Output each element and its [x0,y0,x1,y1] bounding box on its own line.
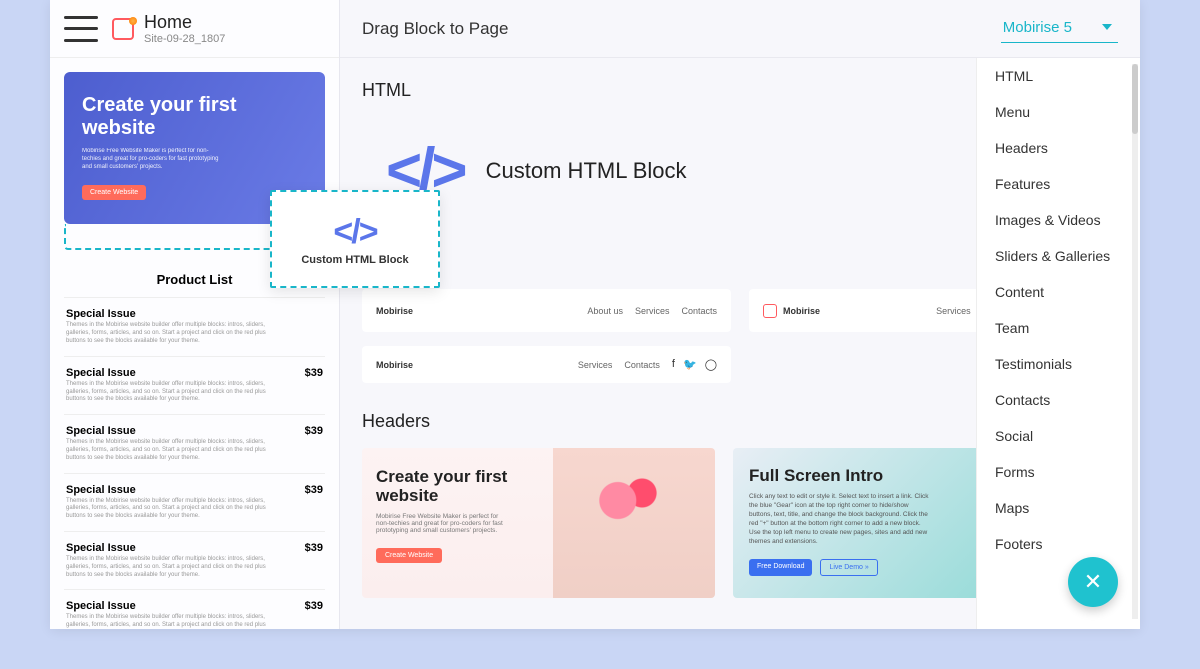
item-title: Special Issue [66,367,136,379]
header-card-title: Create your first website [376,468,539,505]
social-icons: f 🐦 ◯ [672,358,717,371]
header-card-desc: Click any text to edit or style it. Sele… [749,492,929,547]
hero-title: Create your first website [82,94,307,140]
item-desc: Themes in the Mobirise website builder o… [66,322,266,345]
category-item[interactable]: Testimonials [977,346,1140,382]
menu-block-card[interactable]: Mobirise About us Services Contacts [362,289,731,332]
scrollbar-thumb[interactable] [1132,64,1138,134]
menu-link: Services [936,306,971,316]
preview-product-item[interactable]: Special Issue $39 Themes in the Mobirise w… [64,531,325,589]
menu-link: About us [587,306,623,316]
app-logo-icon [112,18,134,40]
item-desc: Themes in the Mobirise website builder o… [66,381,266,404]
item-title: Special Issue [66,308,136,320]
menu-link: Contacts [681,306,717,316]
preview-scroll[interactable]: Create your first website Mobirise Free … [50,58,339,629]
preview-product-item[interactable]: Special Issue $39 Themes in the Mobirise w… [64,589,325,629]
category-item[interactable]: Sliders & Galleries [977,238,1140,274]
item-price: $39 [305,484,323,496]
category-item[interactable]: Contacts [977,382,1140,418]
item-desc: Themes in the Mobirise website builder o… [66,439,266,462]
dragging-block-label: Custom HTML Block [301,254,408,266]
menu-icon[interactable] [64,16,98,42]
category-item[interactable]: Social [977,418,1140,454]
item-desc: Themes in the Mobirise website builder o… [66,498,266,521]
header-card-button[interactable]: Live Demo » [820,559,877,576]
custom-html-block-title: Custom HTML Block [486,158,687,184]
header-card-cta[interactable]: Create Website [376,548,442,563]
category-list-pane: HTMLMenuHeadersFeaturesImages & VideosSl… [976,58,1140,629]
header-card-desc: Mobirise Free Website Maker is perfect f… [376,513,506,534]
header-card-button[interactable]: Free Download [749,559,812,576]
category-item[interactable]: Features [977,166,1140,202]
item-price: $39 [305,600,323,612]
category-item[interactable]: HTML [977,58,1140,94]
category-item[interactable]: Headers [977,130,1140,166]
category-item[interactable]: Maps [977,490,1140,526]
category-item[interactable]: Images & Videos [977,202,1140,238]
code-icon: </> [333,213,376,252]
blocks-panel: Drag Block to Page Mobirise 5 HTML </> C… [340,0,1140,629]
menu-brand: Mobirise [376,306,413,316]
category-item[interactable]: Forms [977,454,1140,490]
hero-desc: Mobirise Free Website Maker is perfect f… [82,148,222,171]
close-panel-button[interactable]: ✕ [1068,557,1118,607]
item-title: Special Issue [66,542,136,554]
item-title: Special Issue [66,600,136,612]
chevron-down-icon [1102,24,1112,30]
menu-link: Services [578,360,613,370]
menu-links: Services Contacts f 🐦 ◯ [578,358,717,371]
item-price: $39 [305,542,323,554]
drag-block-title: Drag Block to Page [362,19,508,39]
facebook-icon: f [672,358,675,371]
menu-brand: Mobirise [376,360,413,370]
site-name: Site-09-28_1807 [144,33,225,45]
blocks-panel-header: Drag Block to Page Mobirise 5 [340,0,1140,58]
page-title: Home [144,12,225,33]
hero-cta-button[interactable]: Create Website [82,185,146,200]
item-desc: Themes in the Mobirise website builder o… [66,556,266,579]
preview-product-item[interactable]: Special Issue Themes in the Mobirise webs… [64,297,325,355]
preview-product-item[interactable]: Special Issue $39 Themes in the Mobirise w… [64,414,325,472]
menu-links: About us Services Contacts [587,306,717,316]
menu-brand: Mobirise [763,304,820,318]
instagram-icon: ◯ [705,358,717,371]
header-card-image [553,448,716,598]
scrollbar[interactable] [1132,64,1138,619]
theme-select[interactable]: Mobirise 5 [1001,15,1118,43]
item-title: Special Issue [66,425,136,437]
category-item[interactable]: Menu [977,94,1140,130]
theme-select-label: Mobirise 5 [1003,19,1072,36]
menu-link: Contacts [624,360,660,370]
category-item[interactable]: Footers [977,526,1140,562]
page-preview-pane: Home Site-09-28_1807 Create your first w… [50,0,340,629]
item-title: Special Issue [66,484,136,496]
preview-product-item[interactable]: Special Issue $39 Themes in the Mobirise w… [64,473,325,531]
category-item[interactable]: Content [977,274,1140,310]
item-price: $39 [305,425,323,437]
menu-block-card[interactable]: Mobirise Services Contacts f 🐦 ◯ [362,346,731,383]
preview-product-item[interactable]: Special Issue $39 Themes in the Mobirise w… [64,356,325,414]
item-desc: Themes in the Mobirise website builder o… [66,614,266,629]
item-price: $39 [305,367,323,379]
twitter-icon: 🐦 [683,358,697,371]
dragging-block-ghost[interactable]: </> Custom HTML Block [270,190,440,288]
logo-icon [763,304,777,318]
app-header: Home Site-09-28_1807 [50,0,339,58]
close-icon: ✕ [1084,569,1102,595]
menu-link: Services [635,306,670,316]
header-block-card[interactable]: Create your first website Mobirise Free … [362,448,715,598]
category-item[interactable]: Team [977,310,1140,346]
